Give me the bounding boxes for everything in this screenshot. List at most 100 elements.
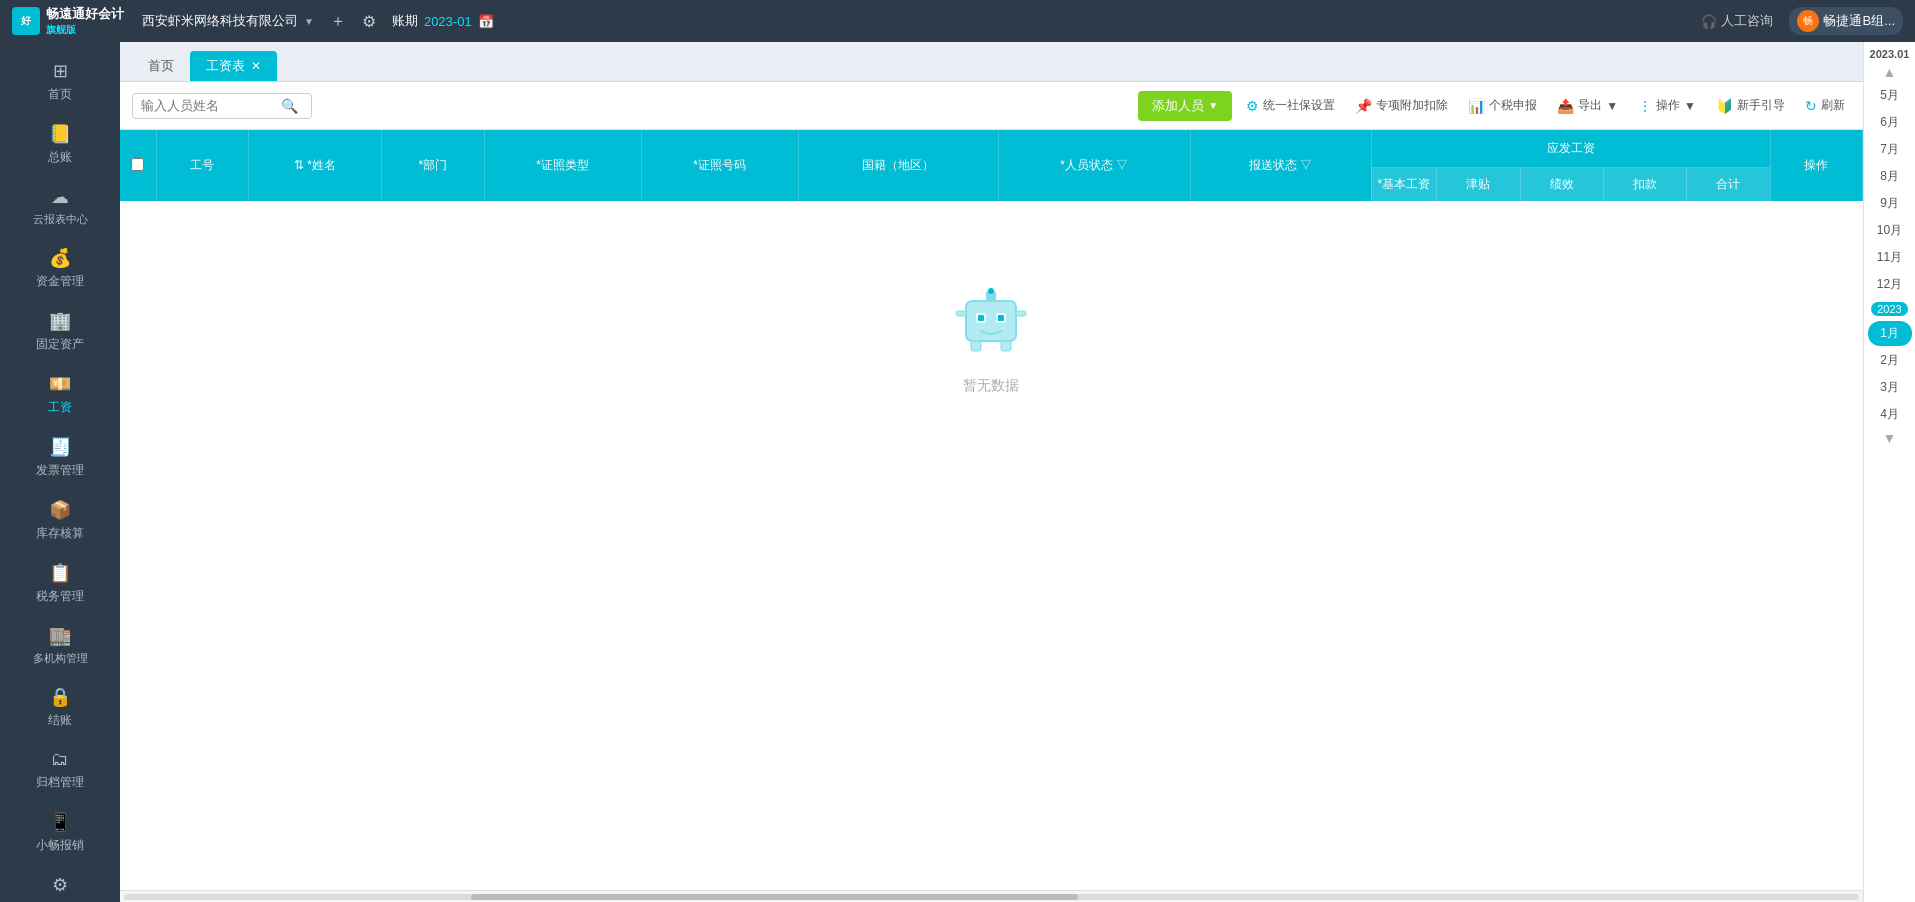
sidebar-item-home[interactable]: ⊞ 首页 bbox=[0, 50, 120, 113]
sidebar-label-archive: 归档管理 bbox=[36, 774, 84, 791]
sidebar-item-closing[interactable]: 🔒 结账 bbox=[0, 676, 120, 739]
person-status-filter-icon[interactable]: ▽ bbox=[1116, 158, 1128, 172]
rp-month-7[interactable]: 7月 bbox=[1868, 137, 1912, 162]
report-status-filter-icon[interactable]: ▽ bbox=[1300, 158, 1312, 172]
fund-icon: 💰 bbox=[49, 247, 71, 269]
scrollbar-area[interactable] bbox=[120, 890, 1863, 902]
refresh-label: 刷新 bbox=[1821, 97, 1845, 114]
th-report-status: 报送状态 ▽ bbox=[1190, 130, 1371, 201]
rp-month-10[interactable]: 10月 bbox=[1868, 218, 1912, 243]
svg-rect-4 bbox=[998, 315, 1004, 321]
sidebar-item-fixed-assets[interactable]: 🏢 固定资产 bbox=[0, 300, 120, 363]
rp-month-8[interactable]: 8月 bbox=[1868, 164, 1912, 189]
th-base-salary: *基本工资 bbox=[1371, 168, 1437, 202]
add-company-btn[interactable]: ＋ bbox=[326, 9, 350, 34]
app-title: 畅遠通好会计 bbox=[46, 5, 124, 23]
svg-rect-3 bbox=[978, 315, 984, 321]
rp-month-9[interactable]: 9月 bbox=[1868, 191, 1912, 216]
company-selector[interactable]: 西安虾米网络科技有限公司 ▼ bbox=[142, 12, 314, 30]
th-cert-type: *证照类型 bbox=[484, 130, 641, 201]
main-layout: ⊞ 首页 📒 总账 ☁ 云报表中心 💰 资金管理 🏢 固定资产 💴 工资 🧾 发… bbox=[0, 42, 1915, 902]
home-icon: ⊞ bbox=[53, 60, 68, 82]
user-btn[interactable]: 畅 畅捷通B组... bbox=[1789, 7, 1903, 35]
tab-payroll[interactable]: 工资表 ✕ bbox=[190, 51, 277, 81]
sidebar-label-payroll: 工资 bbox=[48, 399, 72, 416]
headset-icon: 🎧 bbox=[1701, 14, 1717, 29]
search-input[interactable] bbox=[141, 98, 281, 113]
sidebar-item-fund[interactable]: 💰 资金管理 bbox=[0, 237, 120, 300]
add-person-button[interactable]: 添加人员 ▼ bbox=[1138, 91, 1232, 121]
guide-btn[interactable]: 🔰 新手引导 bbox=[1710, 93, 1791, 118]
tab-home-label: 首页 bbox=[148, 58, 174, 73]
special-deduct-btn[interactable]: 📌 专项附加扣除 bbox=[1349, 93, 1454, 118]
th-dept: *部门 bbox=[381, 130, 484, 201]
sidebar-item-invoice[interactable]: 🧾 发票管理 bbox=[0, 426, 120, 489]
rp-month-2[interactable]: 2月 bbox=[1868, 348, 1912, 373]
rp-month-6[interactable]: 6月 bbox=[1868, 110, 1912, 135]
calendar-icon[interactable]: 📅 bbox=[478, 14, 494, 29]
svg-rect-7 bbox=[956, 311, 966, 316]
social-security-btn[interactable]: ⚙ 统一社保设置 bbox=[1240, 93, 1341, 118]
th-checkbox[interactable] bbox=[120, 130, 156, 201]
period-value[interactable]: 2023-01 bbox=[424, 14, 472, 29]
sidebar-item-multi-org[interactable]: 🏬 多机构管理 bbox=[0, 615, 120, 676]
tab-home[interactable]: 首页 bbox=[132, 51, 190, 81]
sidebar-label-ledger: 总账 bbox=[48, 149, 72, 166]
search-icon: 🔍 bbox=[281, 98, 298, 114]
export-arrow-icon: ▼ bbox=[1606, 99, 1618, 113]
th-performance: 绩效 bbox=[1520, 168, 1603, 202]
guide-toolbar-label: 新手引导 bbox=[1737, 97, 1785, 114]
th-deduction: 扣款 bbox=[1603, 168, 1686, 202]
user-avatar: 畅 bbox=[1797, 10, 1819, 32]
sidebar-label-tax: 税务管理 bbox=[36, 588, 84, 605]
closing-icon: 🔒 bbox=[49, 686, 71, 708]
social-security-icon: ⚙ bbox=[1246, 98, 1259, 114]
sidebar-item-ledger[interactable]: 📒 总账 bbox=[0, 113, 120, 176]
export-icon: 📤 bbox=[1557, 98, 1574, 114]
th-allowance: 津贴 bbox=[1437, 168, 1520, 202]
refresh-btn[interactable]: ↻ 刷新 bbox=[1799, 93, 1851, 118]
empty-text: 暂无数据 bbox=[963, 377, 1019, 395]
sidebar-label-invoice: 发票管理 bbox=[36, 462, 84, 479]
export-label: 导出 bbox=[1578, 97, 1602, 114]
tax-return-btn[interactable]: 📊 个税申报 bbox=[1462, 93, 1543, 118]
archive-icon: 🗂 bbox=[51, 749, 69, 770]
ops-label: 操作 bbox=[1656, 97, 1680, 114]
add-person-arrow-icon: ▼ bbox=[1208, 100, 1218, 111]
sidebar-item-archive[interactable]: 🗂 归档管理 bbox=[0, 739, 120, 801]
sidebar-item-tax[interactable]: 📋 税务管理 bbox=[0, 552, 120, 615]
sidebar-item-cloud-report[interactable]: ☁ 云报表中心 bbox=[0, 176, 120, 237]
invoice-icon: 🧾 bbox=[49, 436, 71, 458]
rp-month-12[interactable]: 12月 bbox=[1868, 272, 1912, 297]
rp-nav-down[interactable]: ▼ bbox=[1881, 428, 1899, 448]
more-ops-btn[interactable]: ⋮ 操作 ▼ bbox=[1632, 93, 1702, 118]
th-salary-group: 应发工资 bbox=[1371, 130, 1770, 168]
svg-point-6 bbox=[988, 288, 994, 294]
sidebar-item-expense[interactable]: 📱 小畅报销 bbox=[0, 801, 120, 864]
export-btn[interactable]: 📤 导出 ▼ bbox=[1551, 93, 1624, 118]
rp-month-1[interactable]: 1月 bbox=[1868, 321, 1912, 346]
sidebar-label-home: 首页 bbox=[48, 86, 72, 103]
account-period: 账期 2023-01 📅 bbox=[392, 12, 494, 30]
sort-icon[interactable]: ⇅ bbox=[294, 158, 304, 172]
header-actions: ＋ ⚙ bbox=[326, 9, 380, 34]
sidebar-item-inventory[interactable]: 📦 库存核算 bbox=[0, 489, 120, 552]
tab-close-icon[interactable]: ✕ bbox=[251, 59, 261, 73]
service-btn[interactable]: 🎧 人工咨询 bbox=[1701, 12, 1773, 30]
rp-month-11[interactable]: 11月 bbox=[1868, 245, 1912, 270]
rp-nav-up[interactable]: ▲ bbox=[1881, 62, 1899, 82]
right-panel: 2023.01 ▲ 5月 6月 7月 8月 9月 10月 11月 12月 202… bbox=[1863, 42, 1915, 902]
expense-icon: 📱 bbox=[49, 811, 71, 833]
period-label: 账期 bbox=[392, 12, 418, 30]
rp-month-5[interactable]: 5月 bbox=[1868, 83, 1912, 108]
settings-icon[interactable]: ⚙ bbox=[358, 10, 380, 33]
rp-month-3[interactable]: 3月 bbox=[1868, 375, 1912, 400]
select-all-checkbox[interactable] bbox=[131, 158, 144, 171]
rp-month-4[interactable]: 4月 bbox=[1868, 402, 1912, 427]
svg-rect-10 bbox=[1001, 341, 1011, 351]
scrollbar-thumb[interactable] bbox=[471, 894, 1078, 900]
sidebar-label-closing: 结账 bbox=[48, 712, 72, 729]
sidebar-item-payroll[interactable]: 💴 工资 bbox=[0, 363, 120, 426]
empty-state: 暂无数据 bbox=[120, 201, 1863, 475]
sidebar-item-settings[interactable]: ⚙ 基础设置 bbox=[0, 864, 120, 902]
